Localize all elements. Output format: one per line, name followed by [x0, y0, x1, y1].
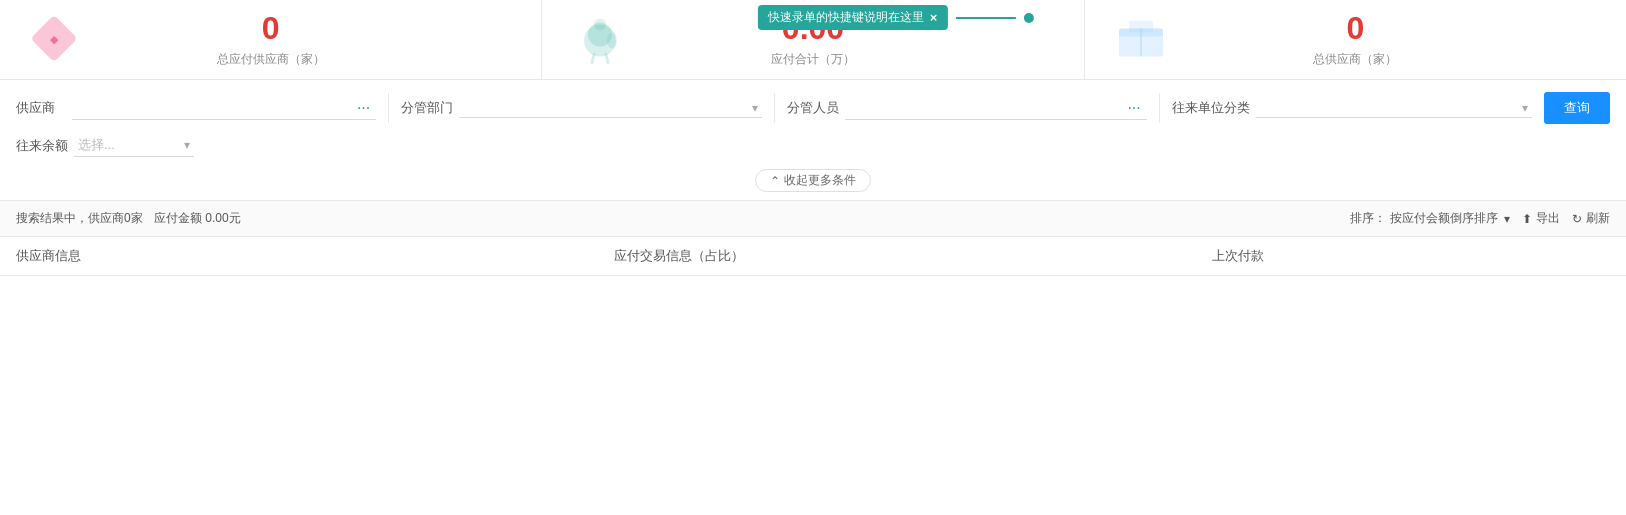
balance-field: 往来余额 选择... ▾ — [16, 134, 336, 157]
total-suppliers-number: 0 — [1346, 11, 1364, 46]
results-info: 搜索结果中，供应商0家 应付金额 0.00元 — [16, 210, 249, 227]
table-header: 供应商信息 应付交易信息（占比） 上次付款 — [0, 237, 1626, 276]
payable-total-label: 应付合计（万） — [771, 51, 855, 68]
unit-field: 往来单位分类 ▾ — [1172, 98, 1532, 118]
th-last-payment: 上次付款 — [1212, 247, 1611, 265]
person-input-wrap[interactable]: ··· — [845, 97, 1147, 120]
stat-total-suppliers: 0 总供应商（家） — [1085, 0, 1626, 79]
filter-bar: 供应商 ··· 分管部门 ▾ 分管人员 ··· — [0, 80, 1626, 201]
sort-select[interactable]: 排序： 按应付会额倒序排序 ▾ — [1350, 210, 1510, 227]
total-suppliers-label: 总供应商（家） — [1313, 51, 1397, 68]
balance-chevron[interactable]: ▾ — [184, 138, 190, 152]
svg-rect-11 — [1129, 20, 1153, 32]
tooltip-close[interactable]: × — [930, 10, 938, 25]
total-payable-suppliers-label: 总应付供应商（家） — [217, 51, 325, 68]
total-payable-suppliers-number: 0 — [262, 11, 280, 46]
department-field: 分管部门 ▾ — [401, 98, 761, 118]
results-info-1: 搜索结果中，供应商0家 — [16, 211, 143, 225]
collapse-button[interactable]: ⌃ 收起更多条件 — [755, 169, 871, 192]
table-body — [0, 276, 1626, 515]
export-button[interactable]: ⬆ 导出 — [1522, 210, 1560, 227]
th-payable-info: 应付交易信息（占比） — [614, 247, 1212, 265]
supplier-field: 供应商 ··· — [16, 97, 376, 120]
supplier-dots[interactable]: ··· — [355, 99, 372, 117]
collapse-arrow: ⌃ — [770, 174, 780, 188]
person-label: 分管人员 — [787, 99, 839, 117]
svg-line-6 — [592, 54, 594, 62]
results-info-2: 应付金额 0.00元 — [154, 211, 241, 225]
unit-input-wrap[interactable]: ▾ — [1256, 98, 1532, 118]
sort-label: 排序： — [1350, 210, 1386, 227]
person-field: 分管人员 ··· — [787, 97, 1147, 120]
person-dots[interactable]: ··· — [1125, 99, 1142, 117]
tooltip-text: 快速录单的快捷键说明在这里 — [768, 9, 924, 26]
export-icon: ⬆ — [1522, 212, 1532, 226]
balance-label: 往来余额 — [16, 137, 68, 155]
svg-point-4 — [607, 32, 617, 48]
refresh-label[interactable]: 刷新 — [1586, 210, 1610, 227]
department-input-wrap[interactable]: ▾ — [459, 98, 761, 118]
unit-label: 往来单位分类 — [1172, 99, 1250, 117]
export-label[interactable]: 导出 — [1536, 210, 1560, 227]
svg-point-5 — [594, 18, 606, 30]
filter-row-1: 供应商 ··· 分管部门 ▾ 分管人员 ··· — [16, 92, 1610, 124]
box-icon — [1115, 16, 1167, 63]
department-label: 分管部门 — [401, 99, 453, 117]
refresh-button[interactable]: ↻ 刷新 — [1572, 210, 1610, 227]
supplier-label: 供应商 — [16, 99, 66, 117]
sort-value[interactable]: 按应付会额倒序排序 — [1390, 210, 1498, 227]
sort-chevron: ▾ — [1504, 212, 1510, 226]
collapse-row: ⌃ 收起更多条件 — [16, 163, 1610, 200]
tooltip-line — [955, 17, 1015, 19]
unit-chevron[interactable]: ▾ — [1522, 101, 1528, 115]
th-supplier-info: 供应商信息 — [16, 247, 614, 265]
tooltip-bubble: 快速录单的快捷键说明在这里 × — [758, 5, 948, 30]
department-chevron[interactable]: ▾ — [752, 101, 758, 115]
collapse-label: 收起更多条件 — [784, 172, 856, 189]
department-input[interactable] — [463, 100, 751, 115]
supplier-input-wrap[interactable]: ··· — [72, 97, 376, 120]
person-input[interactable] — [849, 100, 1126, 115]
balance-placeholder: 选择... — [78, 136, 184, 154]
divider-1 — [388, 93, 389, 123]
stat-payable-total: 0.00 应付合计（万） 快速录单的快捷键说明在这里 × — [542, 0, 1084, 79]
divider-2 — [774, 93, 775, 123]
svg-text:◆: ◆ — [50, 32, 59, 44]
table: 供应商信息 应付交易信息（占比） 上次付款 — [0, 237, 1626, 515]
tooltip-dot — [1023, 13, 1033, 23]
diamond-icon: ◆ — [30, 14, 78, 65]
piggy-icon — [572, 10, 628, 69]
supplier-input[interactable] — [76, 100, 355, 115]
query-button[interactable]: 查询 — [1544, 92, 1610, 124]
stats-bar: ◆ 0 总应付供应商（家） 0.00 应付合计（万） 快速录单的快捷键说明在这里… — [0, 0, 1626, 80]
refresh-icon: ↻ — [1572, 212, 1582, 226]
balance-select[interactable]: 选择... ▾ — [74, 134, 194, 157]
unit-input[interactable] — [1260, 100, 1522, 115]
svg-line-7 — [606, 54, 608, 62]
divider-3 — [1159, 93, 1160, 123]
results-actions: 排序： 按应付会额倒序排序 ▾ ⬆ 导出 ↻ 刷新 — [1350, 210, 1610, 227]
filter-row-2: 往来余额 选择... ▾ — [16, 134, 1610, 157]
tooltip-container: 快速录单的快捷键说明在这里 × — [758, 5, 1034, 30]
stat-total-payable-suppliers: ◆ 0 总应付供应商（家） — [0, 0, 542, 79]
results-bar: 搜索结果中，供应商0家 应付金额 0.00元 排序： 按应付会额倒序排序 ▾ ⬆… — [0, 201, 1626, 237]
